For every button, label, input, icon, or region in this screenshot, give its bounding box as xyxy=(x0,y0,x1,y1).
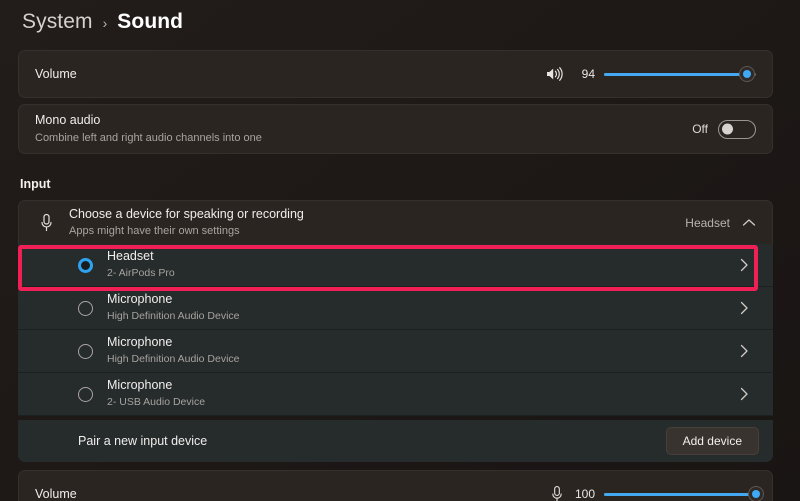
mono-audio-toggle[interactable] xyxy=(718,120,756,139)
chevron-right-icon[interactable] xyxy=(740,258,749,272)
mono-audio-title: Mono audio xyxy=(35,112,262,128)
input-volume-card[interactable]: Volume 100 xyxy=(18,470,773,501)
device-name: Microphone xyxy=(107,335,240,351)
add-device-button[interactable]: Add device xyxy=(666,427,759,455)
microphone-icon xyxy=(550,485,564,501)
chevron-right-icon[interactable] xyxy=(740,301,749,315)
device-radio-button[interactable] xyxy=(78,258,93,273)
device-name: Microphone xyxy=(107,292,240,308)
device-list-item[interactable]: Microphone High Definition Audio Device xyxy=(18,287,773,330)
output-volume-slider[interactable] xyxy=(604,65,756,83)
chevron-right-icon[interactable] xyxy=(740,344,749,358)
device-name: Microphone xyxy=(107,378,205,394)
input-volume-slider[interactable] xyxy=(604,485,756,501)
slider-thumb[interactable] xyxy=(739,66,755,82)
device-detail: 2- USB Audio Device xyxy=(107,396,205,410)
device-detail: High Definition Audio Device xyxy=(107,353,240,367)
slider-fill xyxy=(604,493,756,496)
mono-audio-subtitle: Combine left and right audio channels in… xyxy=(35,131,262,146)
breadcrumb-link-system[interactable]: System xyxy=(22,10,93,34)
input-chooser-selected-value: Headset xyxy=(685,216,730,230)
breadcrumb: System › Sound xyxy=(0,0,800,40)
toggle-knob xyxy=(722,124,733,135)
chevron-up-icon[interactable] xyxy=(742,218,756,228)
output-volume-label: Volume xyxy=(35,66,77,82)
sound-settings-page: System › Sound Volume 94 xyxy=(0,0,800,501)
output-volume-value: 94 xyxy=(573,67,595,81)
input-chooser-subtitle: Apps might have their own settings xyxy=(69,224,304,239)
input-section-heading: Input xyxy=(20,177,51,191)
mono-audio-card[interactable]: Mono audio Combine left and right audio … xyxy=(18,104,773,154)
device-detail: 2- AirPods Pro xyxy=(107,267,175,281)
input-volume-value: 100 xyxy=(573,487,595,501)
microphone-icon xyxy=(33,213,59,233)
input-chooser-title: Choose a device for speaking or recordin… xyxy=(69,206,304,222)
device-list-item[interactable]: Headset 2- AirPods Pro xyxy=(18,244,773,287)
device-radio-button[interactable] xyxy=(78,387,93,402)
pair-input-device-row: Pair a new input device Add device xyxy=(18,420,773,462)
device-name: Headset xyxy=(107,249,175,265)
output-volume-card[interactable]: Volume 94 xyxy=(18,50,773,98)
device-radio-button[interactable] xyxy=(78,344,93,359)
input-volume-label: Volume xyxy=(35,486,77,501)
slider-thumb[interactable] xyxy=(748,486,764,501)
page-title: Sound xyxy=(117,10,183,34)
device-radio-button[interactable] xyxy=(78,301,93,316)
device-detail: High Definition Audio Device xyxy=(107,310,240,324)
chevron-right-icon[interactable] xyxy=(740,387,749,401)
mono-audio-state-label: Off xyxy=(692,122,708,136)
breadcrumb-separator-icon: › xyxy=(103,13,108,31)
slider-fill xyxy=(604,73,747,76)
device-list-item[interactable]: Microphone High Definition Audio Device xyxy=(18,330,773,373)
input-device-list: Headset 2- AirPods Pro Microphone High Defi… xyxy=(18,244,773,416)
pair-input-device-label: Pair a new input device xyxy=(78,434,207,448)
input-device-chooser[interactable]: Choose a device for speaking or recordin… xyxy=(18,200,773,244)
speaker-waves-icon xyxy=(545,66,564,82)
device-list-item[interactable]: Microphone 2- USB Audio Device xyxy=(18,373,773,416)
